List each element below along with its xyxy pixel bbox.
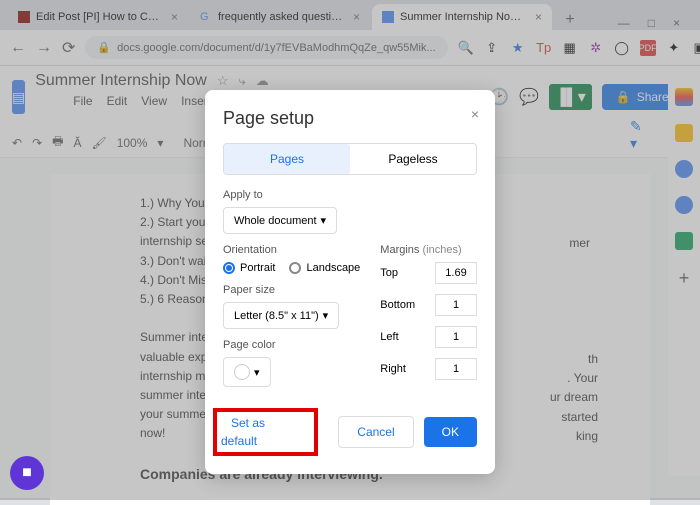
margin-left-input[interactable]	[435, 326, 477, 348]
video-icon: ■	[22, 464, 32, 482]
landscape-radio[interactable]: Landscape	[289, 262, 360, 274]
close-icon[interactable]: ×	[471, 106, 479, 122]
chevron-down-icon: ▾	[323, 309, 329, 322]
paper-size-select[interactable]: Letter (8.5" x 11")▾	[223, 302, 339, 329]
tab-pageless[interactable]: Pageless	[350, 144, 476, 174]
ok-button[interactable]: OK	[424, 417, 477, 447]
dialog-title: Page setup	[223, 108, 477, 129]
margin-right-input[interactable]	[435, 358, 477, 380]
portrait-radio[interactable]: Portrait	[223, 262, 275, 274]
page-setup-dialog: × Page setup Pages Pageless Apply to Who…	[205, 90, 495, 474]
margins-label: Margins (inches)	[380, 244, 477, 256]
set-default-button[interactable]: Set as default	[221, 409, 267, 455]
orientation-label: Orientation	[223, 244, 360, 256]
page-mode-tabs: Pages Pageless	[223, 143, 477, 175]
page-color-label: Page color	[223, 339, 360, 351]
apply-to-select[interactable]: Whole document▾	[223, 207, 337, 234]
page-color-select[interactable]: ▾	[223, 357, 271, 387]
highlight-annotation: Set as default	[213, 408, 318, 456]
tab-pages[interactable]: Pages	[224, 144, 350, 174]
chevron-down-icon: ▾	[254, 366, 260, 379]
cancel-button[interactable]: Cancel	[338, 416, 413, 448]
margin-bottom-input[interactable]	[435, 294, 477, 316]
paper-size-label: Paper size	[223, 284, 360, 296]
chevron-down-icon: ▾	[321, 214, 327, 227]
meet-fab[interactable]: ■	[10, 456, 44, 490]
margin-top-input[interactable]	[435, 262, 477, 284]
apply-to-label: Apply to	[223, 189, 477, 201]
